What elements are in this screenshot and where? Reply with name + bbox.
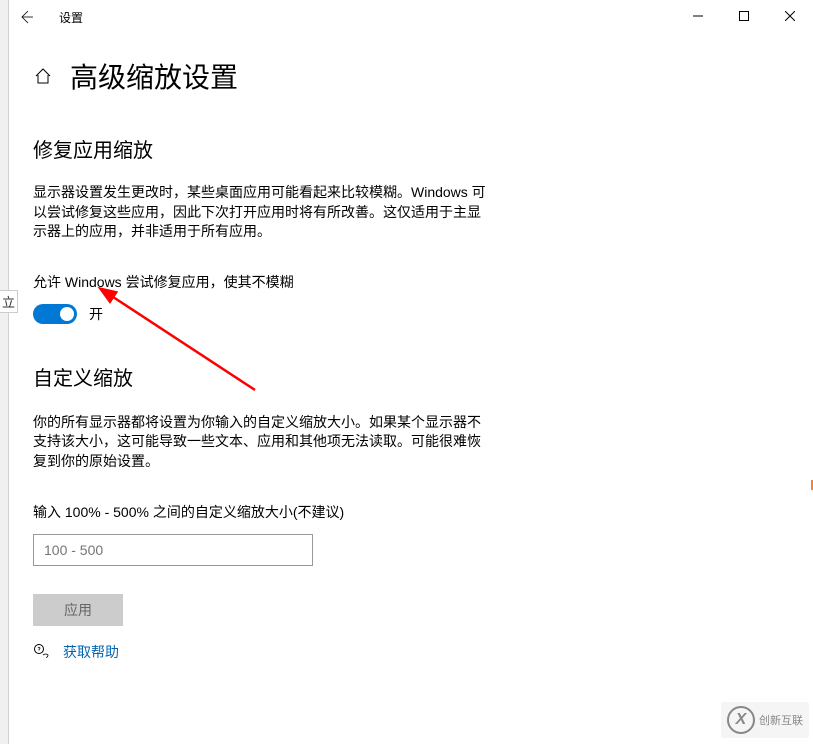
apply-button[interactable]: 应用 [33,594,123,626]
minimize-button[interactable] [675,0,721,32]
custom-scale-input[interactable] [33,534,313,566]
watermark: X 创新互联 [721,702,809,738]
window-title: 设置 [59,9,83,26]
maximize-icon [739,11,749,21]
watermark-text: 创新互联 [759,712,803,728]
content-area: 修复应用缩放 显示器设置发生更改时，某些桌面应用可能看起来比较模糊。Window… [9,134,813,662]
back-arrow-icon [18,9,34,25]
cropped-edge-char: 立 [0,290,18,313]
home-icon [34,67,52,85]
titlebar: 设置 [9,0,813,34]
section-custom-description: 你的所有显示器都将设置为你输入的自定义缩放大小。如果某个显示器不支持该大小，这可… [33,413,493,472]
home-button[interactable] [33,66,53,86]
custom-scale-input-label: 输入 100% - 500% 之间的自定义缩放大小(不建议) [33,502,789,522]
section-fix-title: 修复应用缩放 [33,134,789,163]
help-icon-wrap [33,643,51,661]
watermark-logo: X [727,706,755,734]
fix-toggle-row: 开 [33,304,789,324]
section-fix-description: 显示器设置发生更改时，某些桌面应用可能看起来比较模糊。Windows 可以尝试修… [33,183,493,242]
fix-toggle-state: 开 [89,304,103,324]
toggle-knob [60,307,74,321]
page-title: 高级缩放设置 [70,56,238,96]
get-help-link[interactable]: 获取帮助 [63,642,119,662]
minimize-icon [693,11,703,21]
header-row: 高级缩放设置 [9,56,813,96]
fix-toggle-switch[interactable] [33,304,77,324]
close-icon [785,11,795,21]
help-row: 获取帮助 [33,642,789,662]
back-button[interactable] [9,0,43,34]
section-custom-title: 自定义缩放 [33,362,789,391]
window-controls [675,0,813,32]
apply-button-label: 应用 [64,600,92,620]
settings-window: 设置 高级缩 [8,0,813,744]
maximize-button[interactable] [721,0,767,32]
fix-toggle-label: 允许 Windows 尝试修复应用，使其不模糊 [33,272,789,292]
close-button[interactable] [767,0,813,32]
help-icon [33,643,51,661]
